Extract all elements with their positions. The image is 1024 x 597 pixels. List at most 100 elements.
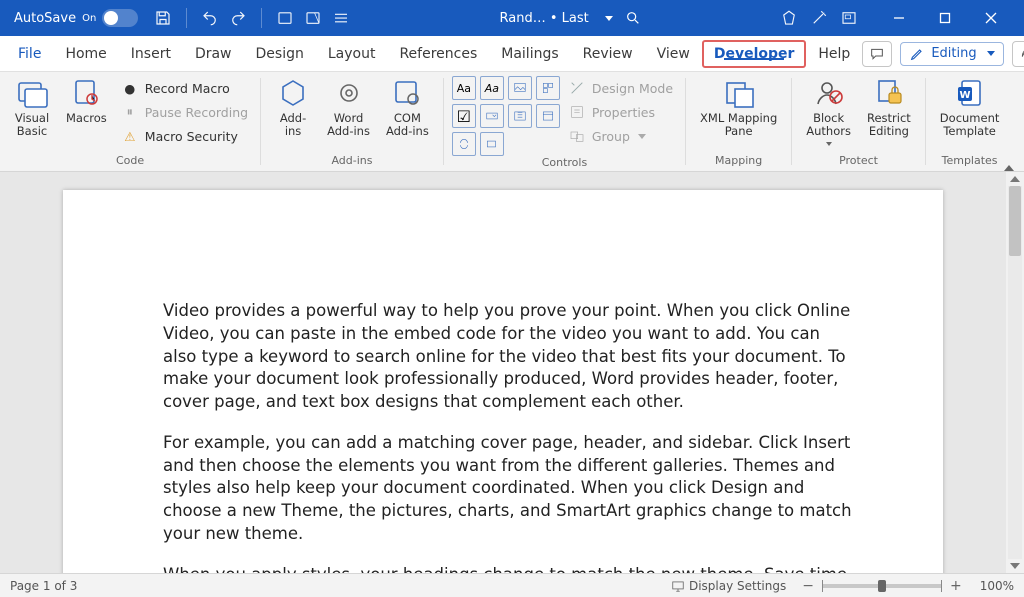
macros-button[interactable]: Macros [60, 76, 113, 127]
design-mode-icon [568, 79, 586, 97]
control-dropdown-icon[interactable] [508, 104, 532, 128]
maximize-button[interactable] [922, 0, 968, 36]
tab-references[interactable]: References [387, 40, 489, 68]
control-buildingblock-icon[interactable] [536, 76, 560, 100]
document-area: Video provides a powerful way to help yo… [0, 172, 1024, 573]
tab-draw[interactable]: Draw [183, 40, 244, 68]
zoom-knob[interactable] [878, 580, 886, 592]
share-icon [1019, 46, 1024, 62]
quick-access-toolbar [144, 8, 360, 28]
paragraph[interactable]: Video provides a powerful way to help yo… [163, 300, 853, 414]
big-label: Word Add-ins [327, 112, 370, 138]
tab-help[interactable]: Help [806, 40, 862, 68]
qat-customize-icon[interactable] [332, 9, 350, 27]
addins-button[interactable]: Add- ins [269, 76, 317, 140]
zoom-slider[interactable] [822, 584, 942, 588]
design-mode-button[interactable]: Design Mode [564, 76, 677, 100]
small-label: Design Mode [592, 81, 673, 96]
display-settings-button[interactable]: Display Settings [671, 579, 786, 593]
ribbon-group-controls: Aa Aa ☑ Design [444, 72, 685, 171]
control-plaintext-icon[interactable]: Aa [480, 76, 504, 100]
record-macro-button[interactable]: ● Record Macro [117, 76, 252, 100]
tab-review[interactable]: Review [571, 40, 645, 68]
document-template-button[interactable]: W Document Template [934, 76, 1006, 140]
page-indicator[interactable]: Page 1 of 3 [10, 579, 77, 593]
small-label: Pause Recording [145, 105, 248, 120]
scroll-up-icon[interactable] [1010, 176, 1020, 182]
control-datepicker-icon[interactable] [536, 104, 560, 128]
zoom-out-button[interactable]: − [802, 578, 814, 594]
scroll-track[interactable] [1008, 186, 1022, 559]
close-button[interactable] [968, 0, 1014, 36]
search-button[interactable] [625, 10, 641, 26]
save-icon[interactable] [154, 9, 172, 27]
tab-home[interactable]: Home [53, 40, 118, 68]
document-page[interactable]: Video provides a powerful way to help yo… [63, 190, 943, 573]
scroll-thumb[interactable] [1009, 186, 1021, 256]
restrict-editing-button[interactable]: Restrict Editing [861, 76, 917, 140]
collapse-ribbon-button[interactable] [1004, 146, 1014, 165]
redo-icon[interactable] [229, 9, 247, 27]
word-template-icon: W [954, 78, 986, 108]
comments-button[interactable] [862, 41, 892, 67]
tab-mailings[interactable]: Mailings [489, 40, 570, 68]
zoom-value[interactable]: 100% [980, 579, 1014, 593]
app-window-icon[interactable] [840, 9, 858, 27]
zoom-in-button[interactable]: + [950, 578, 962, 594]
lock-icon [873, 78, 905, 108]
group-label: Mapping [694, 154, 783, 171]
display-settings-label: Display Settings [689, 579, 786, 593]
control-picture-icon[interactable] [508, 76, 532, 100]
tab-file[interactable]: File [6, 40, 53, 68]
block-authors-icon [813, 78, 845, 108]
gear-icon [333, 78, 365, 108]
qat-item-icon[interactable] [304, 9, 322, 27]
big-label: Document Template [940, 112, 1000, 138]
group-label: Controls [452, 156, 677, 173]
pause-icon: ⏸ [121, 103, 139, 121]
editing-mode-button[interactable]: Editing [900, 42, 1003, 66]
editing-label: Editing [931, 46, 976, 61]
ribbon: Visual Basic Macros ● Record Macro ⏸ Pau… [0, 72, 1024, 172]
small-label: Group [592, 129, 630, 144]
group-label: Add-ins [269, 154, 435, 171]
wand-icon[interactable] [810, 9, 828, 27]
xml-mapping-icon [723, 78, 755, 108]
undo-icon[interactable] [201, 9, 219, 27]
status-bar: Page 1 of 3 Display Settings − + 100% [0, 573, 1024, 597]
chevron-down-icon[interactable] [605, 16, 613, 21]
com-addins-button[interactable]: COM Add-ins [380, 76, 435, 140]
tab-view[interactable]: View [645, 40, 702, 68]
ribbon-group-protect: Block Authors Restrict Editing Protect [792, 72, 925, 171]
control-legacy-icon[interactable] [480, 132, 504, 156]
control-repeating-icon[interactable] [452, 132, 476, 156]
properties-button: Properties [564, 100, 677, 124]
block-authors-button[interactable]: Block Authors [800, 76, 857, 148]
ribbon-group-code: Visual Basic Macros ● Record Macro ⏸ Pau… [0, 72, 260, 171]
document-title: Rand… • Last [500, 11, 589, 26]
qat-item-icon[interactable] [276, 9, 294, 27]
small-label: Properties [592, 105, 655, 120]
word-addins-button[interactable]: Word Add-ins [321, 76, 376, 140]
paragraph[interactable]: For example, you can add a matching cove… [163, 432, 853, 546]
tab-insert[interactable]: Insert [119, 40, 183, 68]
visual-basic-button[interactable]: Visual Basic [8, 76, 56, 140]
control-combobox-icon[interactable] [480, 104, 504, 128]
scroll-down-icon[interactable] [1010, 563, 1020, 569]
xml-mapping-button[interactable]: XML Mapping Pane [694, 76, 783, 140]
control-checkbox-icon[interactable]: ☑ [452, 104, 476, 128]
tab-layout[interactable]: Layout [316, 40, 388, 68]
vertical-scrollbar[interactable] [1006, 172, 1024, 573]
tab-design[interactable]: Design [244, 40, 316, 68]
control-richtext-icon[interactable]: Aa [452, 76, 476, 100]
tab-developer[interactable]: Developer [714, 46, 795, 62]
minimize-button[interactable] [876, 0, 922, 36]
macro-security-button[interactable]: ⚠ Macro Security [117, 124, 252, 148]
chevron-down-icon [638, 134, 646, 139]
paragraph[interactable]: When you apply styles, your headings cha… [163, 564, 853, 573]
premium-icon[interactable] [780, 9, 798, 27]
big-label: COM Add-ins [386, 112, 429, 138]
autosave-toggle[interactable]: AutoSave On [4, 9, 144, 27]
big-label: Add- ins [280, 112, 306, 138]
share-button[interactable] [1012, 41, 1024, 67]
